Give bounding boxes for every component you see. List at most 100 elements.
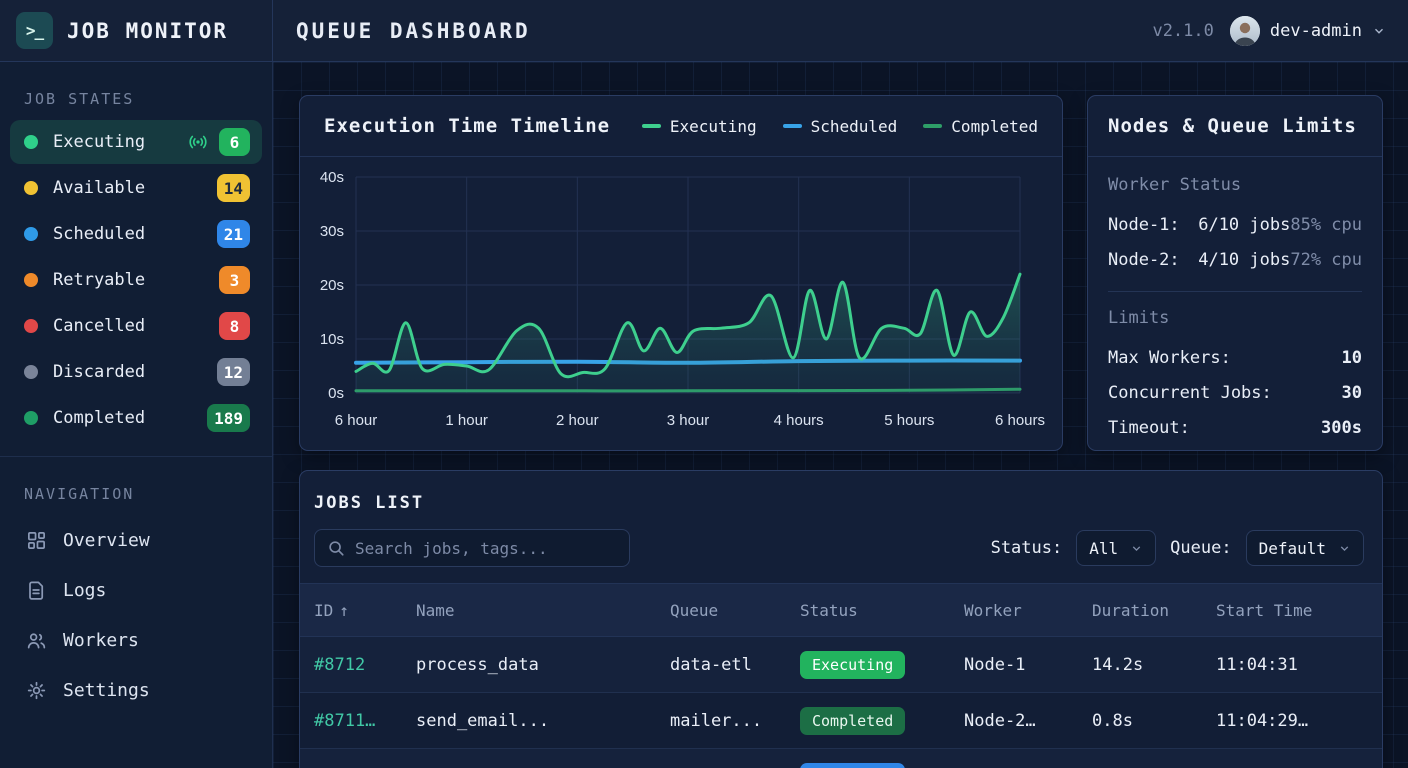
discarded-dot-icon bbox=[24, 365, 38, 379]
jobs-search[interactable] bbox=[314, 529, 630, 567]
queue-filter-label: Queue: bbox=[1170, 538, 1232, 558]
table-row[interactable]: #8711… send_email... mailer... Completed… bbox=[300, 693, 1382, 749]
job-queue: mailer... bbox=[670, 710, 763, 731]
app-title: JOB MONITOR bbox=[67, 18, 229, 43]
execution-timeline-panel: Execution Time Timeline Executing Schedu… bbox=[299, 95, 1063, 451]
grid-icon bbox=[26, 530, 47, 551]
state-label: Cancelled bbox=[53, 316, 146, 336]
limit-row: Timeout: 300s bbox=[1108, 410, 1362, 445]
legend-label: Scheduled bbox=[810, 116, 898, 136]
queue-filter-select[interactable]: Default bbox=[1245, 530, 1364, 566]
column-header-queue[interactable]: Queue bbox=[670, 601, 800, 620]
legend-scheduled[interactable]: Scheduled bbox=[782, 116, 898, 136]
people-icon bbox=[26, 630, 47, 651]
state-label: Completed bbox=[53, 408, 146, 428]
status-badge: Completed bbox=[800, 706, 906, 735]
nodes-limits-panel: Nodes & Queue Limits Worker Status Node-… bbox=[1087, 95, 1383, 451]
status-badge: Scheduled bbox=[800, 762, 906, 768]
sidebar-item-completed[interactable]: Completed 189 bbox=[10, 396, 262, 440]
user-avatar bbox=[1229, 15, 1260, 46]
column-header-id[interactable]: ID ↑ bbox=[300, 601, 416, 620]
app-brand: >_ JOB MONITOR bbox=[0, 0, 273, 61]
job-start-time: 11:04:29… bbox=[1216, 710, 1309, 731]
column-header-start-time[interactable]: Start Time bbox=[1216, 601, 1382, 620]
top-header: >_ JOB MONITOR QUEUE DASHBOARD v2.1.0 de… bbox=[0, 0, 1408, 62]
state-label: Available bbox=[53, 178, 146, 198]
timeline-chart: 0s 10s 20s 30s 40s 6 hour 1 hour 2 hour 3 hour 4 … bbox=[320, 169, 1045, 429]
chart-title: Execution Time Timeline bbox=[324, 115, 611, 137]
terminal-glyph: >_ bbox=[25, 21, 44, 40]
sidebar-item-discarded[interactable]: Discarded 12 bbox=[10, 350, 262, 394]
queue-filter-value: Default bbox=[1258, 538, 1326, 558]
sidebar: JOB STATES Executing 6 Available 14 Sche… bbox=[0, 62, 273, 768]
svg-text:2 hour: 2 hour bbox=[556, 412, 599, 429]
job-start-time: 11:04:31 bbox=[1216, 654, 1298, 675]
sidebar-item-available[interactable]: Available 14 bbox=[10, 166, 262, 210]
navigation-heading: NAVIGATION bbox=[24, 485, 135, 503]
job-worker: Node-2… bbox=[964, 710, 1036, 731]
state-count-badge: 6 bbox=[219, 128, 250, 156]
node-jobs: 4/10 jobs bbox=[1198, 249, 1291, 270]
sort-ascending-icon: ↑ bbox=[339, 600, 349, 620]
sidebar-item-overview[interactable]: Overview bbox=[0, 515, 272, 565]
jobs-list-panel: JOBS LIST Status: All Queue: bbox=[299, 470, 1383, 768]
sidebar-item-executing[interactable]: Executing 6 bbox=[10, 120, 262, 164]
limit-value: 30 bbox=[1341, 382, 1362, 403]
status-filter-label: Status: bbox=[990, 538, 1063, 558]
terminal-icon: >_ bbox=[16, 12, 53, 49]
broadcast-icon bbox=[187, 133, 209, 151]
version-label: v2.1.0 bbox=[1152, 20, 1214, 41]
job-name: send_email... bbox=[416, 710, 550, 731]
column-header-name[interactable]: Name bbox=[416, 601, 670, 620]
limits-heading: Limits bbox=[1108, 308, 1170, 328]
legend-label: Executing bbox=[669, 116, 757, 136]
column-header-worker[interactable]: Worker bbox=[964, 601, 1092, 620]
table-row[interactable]: #8712 process_data data-etl Executing No… bbox=[300, 637, 1382, 693]
limit-label: Timeout: bbox=[1108, 417, 1190, 438]
job-id-link[interactable]: #8711… bbox=[314, 711, 375, 731]
svg-text:3 hour: 3 hour bbox=[667, 412, 710, 429]
search-input[interactable] bbox=[355, 538, 617, 558]
column-header-status[interactable]: Status bbox=[800, 601, 964, 620]
state-count-badge: 14 bbox=[216, 174, 250, 202]
page-title: QUEUE DASHBOARD bbox=[296, 18, 531, 43]
legend-completed[interactable]: Completed bbox=[923, 117, 1038, 136]
available-dot-icon bbox=[24, 181, 38, 195]
cancelled-dot-icon bbox=[24, 319, 38, 333]
legend-executing[interactable]: Executing bbox=[641, 116, 757, 136]
node-cpu: 72% cpu bbox=[1290, 249, 1362, 270]
chart-legend: Executing Scheduled Completed bbox=[641, 116, 1038, 136]
status-filter-select[interactable]: All bbox=[1076, 530, 1157, 566]
job-queue: data-etl bbox=[670, 654, 752, 675]
state-count-badge: 8 bbox=[219, 312, 250, 340]
sidebar-item-logs[interactable]: Logs bbox=[0, 565, 272, 615]
sidebar-item-retryable[interactable]: Retryable 3 bbox=[10, 258, 262, 302]
node-name: Node-1: bbox=[1108, 214, 1180, 235]
limit-value: 10 bbox=[1341, 347, 1362, 368]
sidebar-item-workers[interactable]: Workers bbox=[0, 615, 272, 665]
svg-text:10s: 10s bbox=[320, 331, 344, 348]
node-name: Node-2: bbox=[1108, 249, 1180, 270]
svg-text:4 hours: 4 hours bbox=[774, 412, 824, 429]
limit-row: Concurrent Jobs: 30 bbox=[1108, 375, 1362, 410]
column-header-duration[interactable]: Duration bbox=[1092, 601, 1216, 620]
node-cpu: 85% cpu bbox=[1290, 214, 1362, 235]
table-row[interactable]: #8710 process_data mailer Scheduled Node… bbox=[300, 749, 1382, 768]
completed-line-swatch bbox=[923, 124, 943, 128]
user-menu[interactable]: dev-admin bbox=[1229, 15, 1386, 46]
legend-label: Completed bbox=[951, 116, 1038, 136]
state-count-badge: 12 bbox=[216, 358, 250, 386]
limit-value: 300s bbox=[1321, 417, 1362, 438]
nav-label: Logs bbox=[63, 579, 107, 601]
state-label: Discarded bbox=[53, 362, 146, 382]
gear-icon bbox=[26, 680, 47, 701]
svg-text:1 hour: 1 hour bbox=[445, 412, 488, 429]
svg-text:5 hours: 5 hours bbox=[884, 412, 934, 429]
nodes-panel-title: Nodes & Queue Limits bbox=[1108, 115, 1357, 137]
svg-text:40s: 40s bbox=[320, 169, 344, 186]
sidebar-item-cancelled[interactable]: Cancelled 8 bbox=[10, 304, 262, 348]
job-id-link[interactable]: #8712 bbox=[314, 655, 365, 675]
job-duration: 14.2s bbox=[1092, 654, 1144, 675]
sidebar-item-settings[interactable]: Settings bbox=[0, 665, 272, 715]
sidebar-item-scheduled[interactable]: Scheduled 21 bbox=[10, 212, 262, 256]
